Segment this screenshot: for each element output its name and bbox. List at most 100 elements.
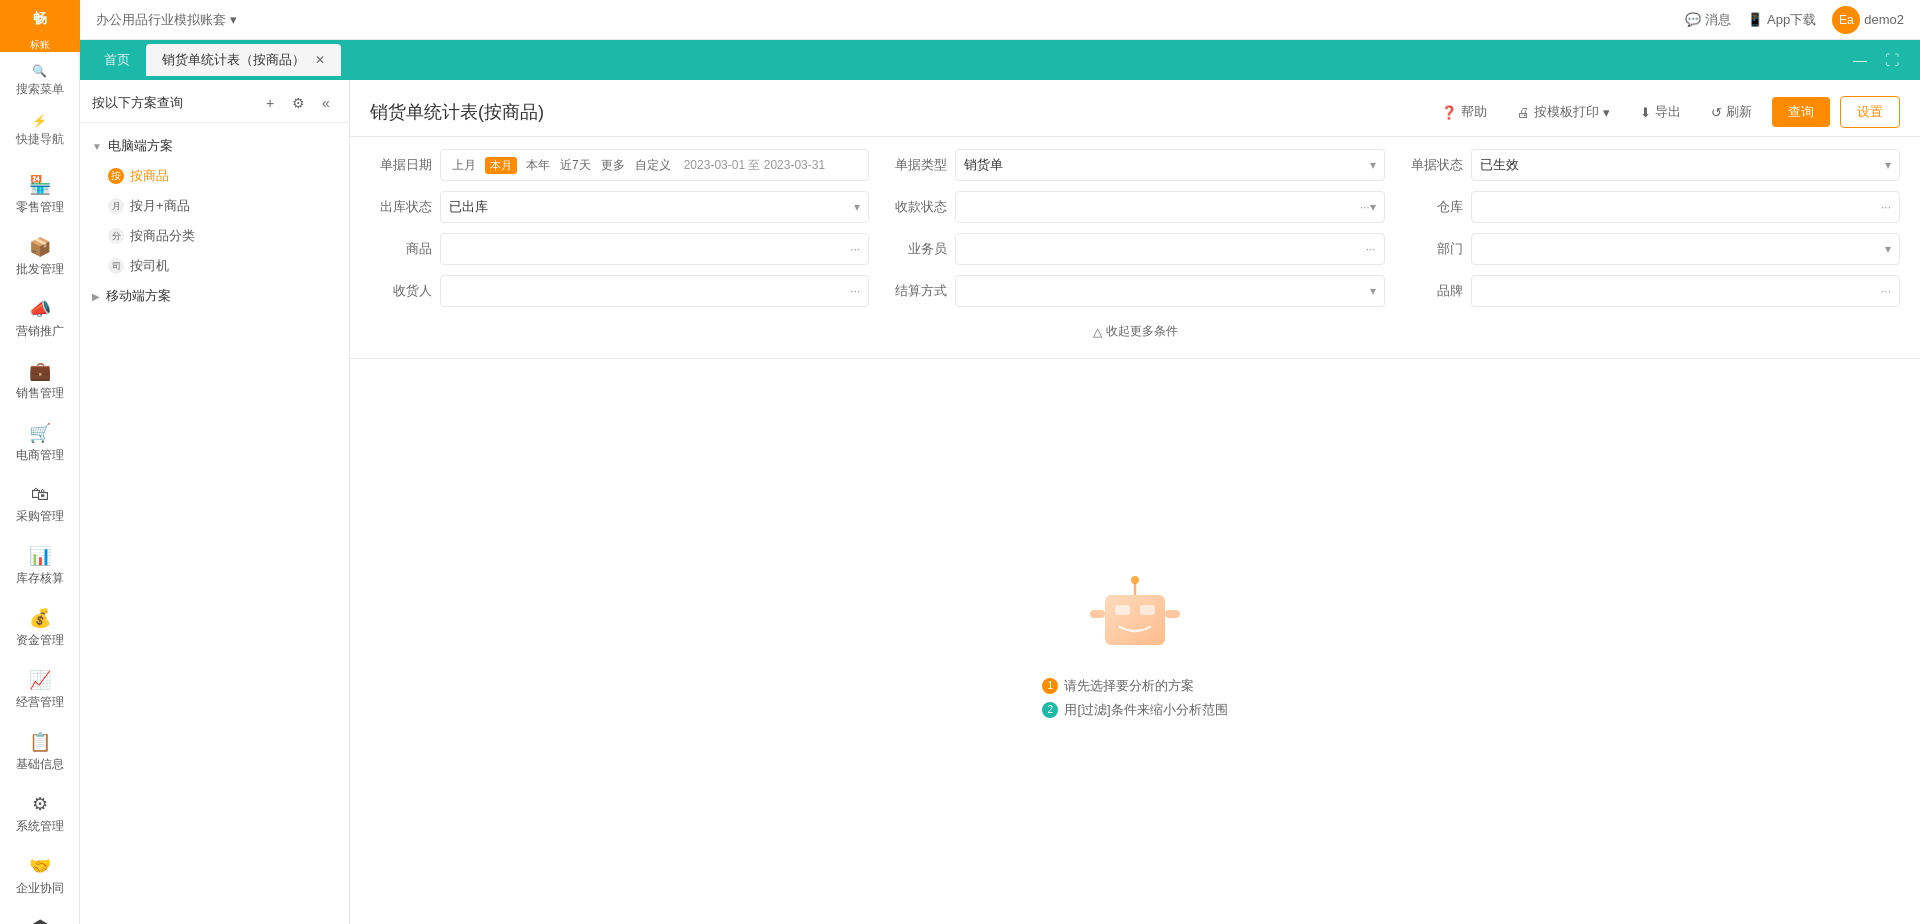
tree-group-desktop-header[interactable]: ▼ 电脑端方案 [80,131,349,161]
payment-label: 结算方式 [885,282,955,300]
page-title: 销货单统计表(按商品) [370,100,544,124]
refresh-label: 刷新 [1726,103,1752,121]
print-btn[interactable]: 🖨 按模板打印 ▾ [1507,99,1620,125]
receiver-control[interactable]: ··· [440,275,869,307]
message-icon: 💬 [1685,12,1701,27]
refresh-btn[interactable]: ↺ 刷新 [1701,99,1762,125]
right-panel: 销货单统计表(按商品) ❓ 帮助 🖨 按模板打印 ▾ ⬇ 导出 [350,80,1920,924]
doc-status-value: 已生效 [1480,156,1885,174]
left-panel-title: 按以下方案查询 [92,94,251,112]
svg-rect-7 [1090,610,1105,618]
brand-control[interactable]: ··· [1471,275,1900,307]
help-label: 帮助 [1461,103,1487,121]
svg-rect-4 [1140,605,1155,615]
add-scheme-btn[interactable]: + [259,92,281,114]
product-control[interactable]: ··· [440,233,869,265]
doc-status-dropdown-icon[interactable]: ▾ [1885,158,1891,172]
tree-group-mobile-header[interactable]: ▶ 移动端方案 [80,281,349,311]
guide-icon: 🎓 [29,917,51,924]
payment-control[interactable]: ▾ [955,275,1384,307]
app-logo[interactable]: 畅 标账 [0,0,80,52]
sidebar-search[interactable]: 🔍 搜索菜单 [16,52,64,106]
sidebar-item-ecommerce[interactable]: 🛒 电商管理 [0,412,80,474]
sales-icon: 💼 [29,360,51,382]
payment-dropdown-icon[interactable]: ▾ [1370,284,1376,298]
tree-item-by-product-label: 按商品 [130,167,169,185]
warehouse-control[interactable]: ··· [1471,191,1900,223]
sidebar-item-wholesale[interactable]: 📦 批发管理 [0,226,80,288]
sidebar-item-purchase[interactable]: 🛍 采购管理 [0,474,80,535]
dept-dropdown-icon[interactable]: ▾ [1885,242,1891,256]
tab-maximize-btn[interactable]: ⛶ [1880,48,1904,72]
tree-item-by-driver[interactable]: 司 按司机 [80,251,349,281]
sidebar-item-sales[interactable]: 💼 销售管理 [0,350,80,412]
tree-item-by-month-icon: 月 [108,198,124,214]
filter-row-3: 商品 ··· 业务员 ··· 部门 [370,233,1900,265]
dept-control[interactable]: ▾ [1471,233,1900,265]
left-panel-header: 按以下方案查询 + ⚙ « [80,80,349,123]
date-more-btn[interactable]: 更多 [601,157,625,174]
recv-status-control[interactable]: ··· ▾ [955,191,1384,223]
date-control: 上月 本月 本年 近7天 更多 自定义 2023-03-01 至 2023-03… [440,149,869,181]
date-custom-btn[interactable]: 自定义 [635,157,671,174]
out-status-dropdown-icon[interactable]: ▾ [854,200,860,214]
sidebar-item-basic[interactable]: 📋 基础信息 [0,721,80,783]
settings-scheme-btn[interactable]: ⚙ [287,92,309,114]
product-more-icon[interactable]: ··· [850,242,860,256]
query-btn[interactable]: 查询 [1772,97,1830,127]
message-btn[interactable]: 💬 消息 [1685,11,1731,29]
main-body: 1 请先选择要分析的方案 2 用[过滤]条件来缩小分析范围 [350,359,1920,924]
tree-group-desktop-label: 电脑端方案 [108,137,173,155]
salesperson-more-icon[interactable]: ··· [1366,242,1376,256]
date-last7-btn[interactable]: 近7天 [560,157,591,174]
filter-date-field: 单据日期 上月 本月 本年 近7天 更多 自定义 2023-03-01 至 20… [370,149,869,181]
sidebar-item-marketing[interactable]: 📣 营销推广 [0,288,80,350]
collapse-filters-btn[interactable]: △ 收起更多条件 [370,317,1900,346]
tip-num-1: 1 [1042,678,1058,694]
enterprise-icon: 🤝 [29,855,51,877]
doc-status-label: 单据状态 [1401,156,1471,174]
date-this-month-btn[interactable]: 本月 [485,157,517,174]
topbar: 办公用品行业模拟账套 ▾ 💬 消息 📱 App下载 Ea demo2 [80,0,1920,40]
doc-type-control[interactable]: 销货单 ▾ [955,149,1384,181]
tab-home[interactable]: 首页 [88,44,146,76]
app-download-btn[interactable]: 📱 App下载 [1747,11,1816,29]
industry-selector[interactable]: 办公用品行业模拟账套 ▾ [96,11,237,29]
content-area: 按以下方案查询 + ⚙ « ▼ 电脑端方案 按 按商品 [80,80,1920,924]
tab-close-btn[interactable]: ✕ [315,53,325,67]
tree-item-by-category[interactable]: 分 按商品分类 [80,221,349,251]
filter-recv-status-field: 收款状态 ··· ▾ [885,191,1384,223]
settings-btn[interactable]: 设置 [1840,96,1900,128]
sidebar-item-retail[interactable]: 🏪 零售管理 [0,164,80,226]
print-dropdown-icon: ▾ [1603,105,1610,120]
date-this-year-btn[interactable]: 本年 [526,157,550,174]
tree-item-by-product[interactable]: 按 按商品 [80,161,349,191]
topbar-left: 办公用品行业模拟账套 ▾ [96,11,237,29]
help-btn[interactable]: ❓ 帮助 [1431,99,1497,125]
export-btn[interactable]: ⬇ 导出 [1630,99,1691,125]
sidebar-item-finance[interactable]: 💰 资金管理 [0,597,80,659]
date-last-month-btn[interactable]: 上月 [452,157,476,174]
salesperson-control[interactable]: ··· [955,233,1384,265]
doc-status-control[interactable]: 已生效 ▾ [1471,149,1900,181]
tree-item-by-month-product[interactable]: 月 按月+商品 [80,191,349,221]
sidebar-item-enterprise[interactable]: 🤝 企业协同 [0,845,80,907]
out-status-control[interactable]: 已出库 ▾ [440,191,869,223]
recv-status-more-icon[interactable]: ··· [1360,200,1370,214]
receiver-more-icon[interactable]: ··· [850,284,860,298]
warehouse-more-icon[interactable]: ··· [1881,200,1891,214]
sidebar-item-guide[interactable]: 🎓 新手引导 [0,907,80,924]
user-menu[interactable]: Ea demo2 [1832,6,1904,34]
collapse-panel-btn[interactable]: « [315,92,337,114]
tree-group-mobile-label: 移动端方案 [106,287,171,305]
sidebar-item-operations[interactable]: 📈 经营管理 [0,659,80,721]
sidebar-quick-nav[interactable]: ⚡ 快捷导航 [16,106,64,156]
recv-status-dropdown-icon[interactable]: ▾ [1370,200,1376,214]
sidebar-item-inventory[interactable]: 📊 库存核算 [0,535,80,597]
brand-more-icon[interactable]: ··· [1881,284,1891,298]
tab-minimize-btn[interactable]: — [1848,48,1872,72]
tab-sales-stats[interactable]: 销货单统计表（按商品） ✕ [146,44,341,76]
sidebar-item-system[interactable]: ⚙ 系统管理 [0,783,80,845]
doc-type-dropdown-icon[interactable]: ▾ [1370,158,1376,172]
operations-icon: 📈 [29,669,51,691]
